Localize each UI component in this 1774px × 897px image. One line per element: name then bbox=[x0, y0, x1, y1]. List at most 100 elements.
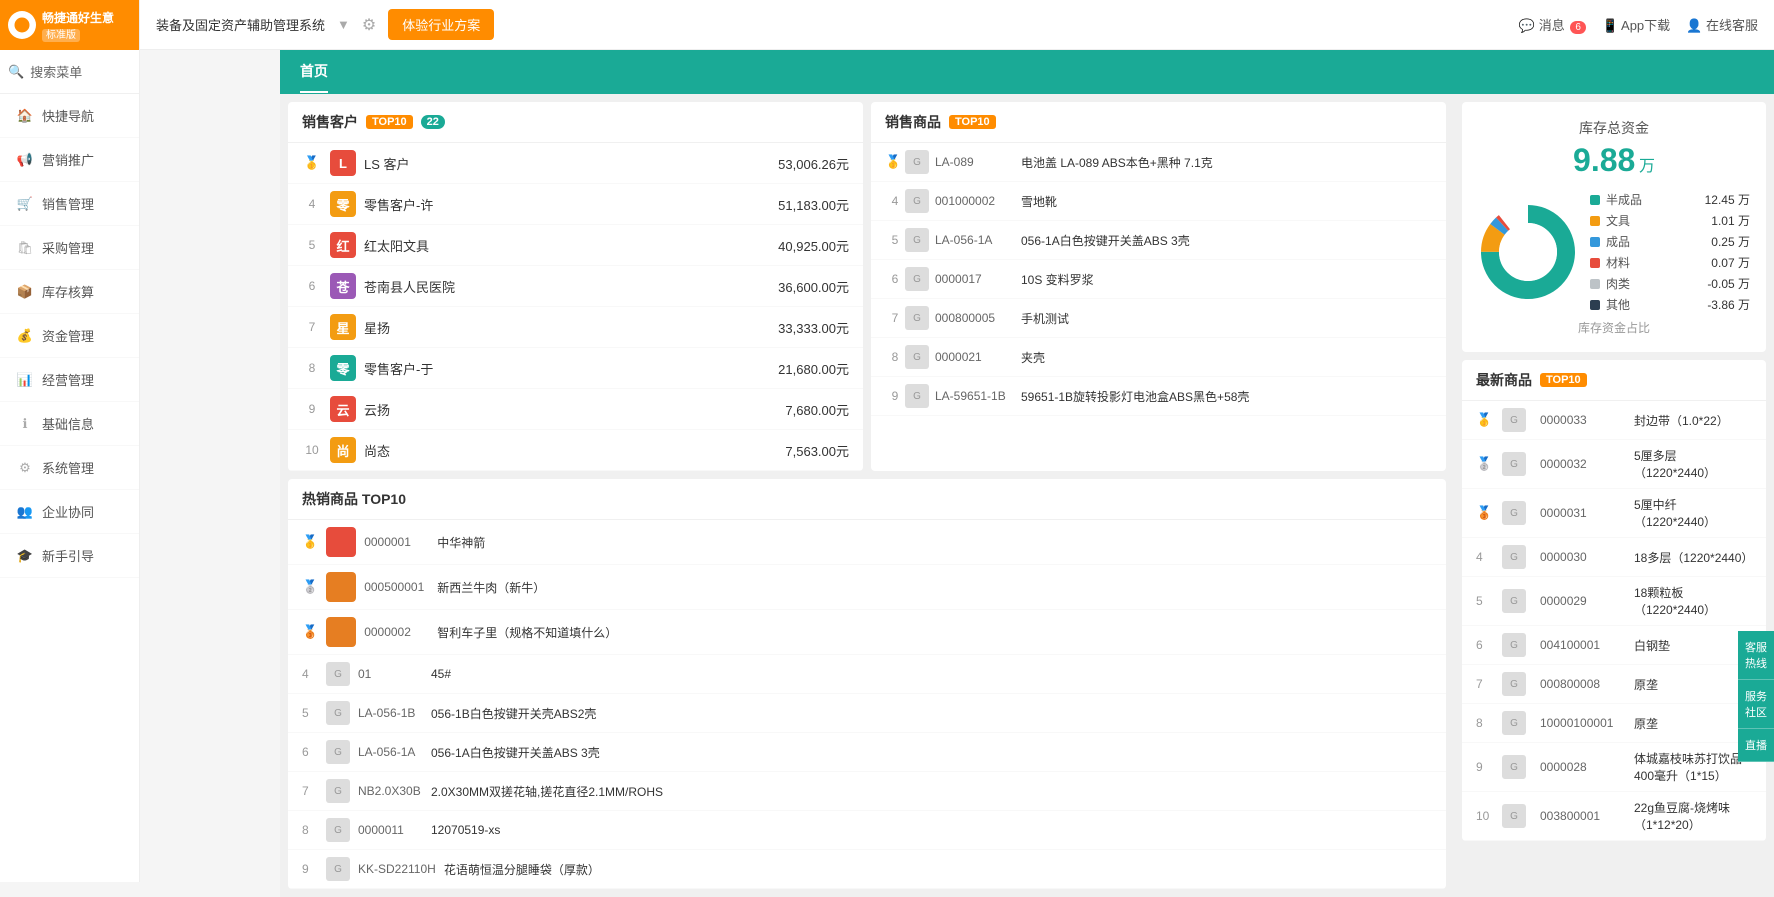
list-item[interactable]: 🥇 G 0000033 封边带（1.0*22） bbox=[1462, 401, 1766, 440]
legend-label: 材料 bbox=[1606, 254, 1630, 271]
customer-avatar: 零 bbox=[330, 191, 356, 217]
rank-medal-icon: 🥈 bbox=[302, 579, 318, 595]
customer-service-btn[interactable]: 客服热线 bbox=[1738, 631, 1774, 680]
list-item[interactable]: 7 G 000800008 原垄 bbox=[1462, 665, 1766, 704]
table-row[interactable]: 9 G LA-59651-1B 59651-1B旋转投影灯电池盒ABS黑色+58… bbox=[871, 377, 1446, 416]
sidebar-item-经营管理[interactable]: 📊经营管理 bbox=[0, 358, 139, 402]
table-row[interactable]: 🥇 G LA-089 电池盖 LA-089 ABS本色+黑种 7.1克 bbox=[871, 143, 1446, 182]
list-item[interactable]: 8 G 0000011 12070519-xs bbox=[288, 811, 1446, 850]
table-row[interactable]: 5 红 红太阳文具 40,925.00元 bbox=[288, 225, 863, 266]
app-download[interactable]: 📱 App下载 bbox=[1602, 15, 1670, 34]
legend-value: 12.45 万 bbox=[1705, 191, 1750, 208]
product-code: 0000033 bbox=[1540, 413, 1620, 427]
rank-medal-icon: 🥈 bbox=[1476, 456, 1494, 472]
list-item[interactable]: 6 G LA-056-1A 056-1A白色按键开关盖ABS 3壳 bbox=[288, 733, 1446, 772]
product-code: 01 bbox=[358, 667, 423, 681]
table-row[interactable]: 🥇 L LS 客户 53,006.26元 bbox=[288, 143, 863, 184]
product-code: 10000100001 bbox=[1540, 716, 1620, 730]
home-icon: 🏠 bbox=[16, 107, 34, 125]
product-code: KK-SD22110H bbox=[358, 862, 436, 876]
rank-num: 6 bbox=[302, 279, 322, 293]
product-icon-placeholder: G bbox=[326, 662, 350, 686]
product-code: 000800008 bbox=[1540, 677, 1620, 691]
sidebar-item-营销推广[interactable]: 📢营销推广 bbox=[0, 138, 139, 182]
table-row[interactable]: 6 G 0000017 10S 变料罗浆 bbox=[871, 260, 1446, 299]
online-service[interactable]: 👤 在线客服 bbox=[1686, 15, 1758, 34]
table-row[interactable]: 8 G 0000021 夹壳 bbox=[871, 338, 1446, 377]
dropdown-icon[interactable]: ▼ bbox=[337, 17, 350, 32]
sidebar-item-销售管理[interactable]: 🛒销售管理 bbox=[0, 182, 139, 226]
search-menu-button[interactable]: 🔍 搜索菜单 bbox=[8, 58, 131, 85]
sidebar-item-新手引导[interactable]: 🎓新手引导 bbox=[0, 534, 139, 578]
product-icon: G bbox=[1502, 545, 1526, 569]
list-item[interactable]: 🥈 G 0000032 5厘多层（1220*2440） bbox=[1462, 440, 1766, 489]
community-btn[interactable]: 服务社区 bbox=[1738, 680, 1774, 729]
legend-value: 0.25 万 bbox=[1711, 233, 1750, 250]
legend-color-dot bbox=[1590, 258, 1600, 268]
stock-chart-area: 半成品 12.45 万 文具 1.01 万 成品 0.25 万 材料 0.07 … bbox=[1478, 191, 1750, 313]
list-item[interactable]: 4 G 0000030 18多层（1220*2440） bbox=[1462, 538, 1766, 577]
list-item[interactable]: 10 G 003800001 22g鱼豆腐-烧烤味（1*12*20） bbox=[1462, 792, 1766, 841]
rank-num: 5 bbox=[302, 238, 322, 252]
list-item[interactable]: 6 G 004100001 白钢垫 bbox=[1462, 626, 1766, 665]
product-name: 5厘中纤（1220*2440） bbox=[1634, 496, 1752, 530]
product-name: 中华神箭 bbox=[437, 534, 1432, 551]
settings-icon[interactable]: ⚙ bbox=[362, 15, 376, 35]
list-item[interactable]: 🥉 G 0000031 5厘中纤（1220*2440） bbox=[1462, 489, 1766, 538]
list-item[interactable]: 8 G 10000100001 原垄 bbox=[1462, 704, 1766, 743]
sidebar-item-采购管理[interactable]: 🛍采购管理 bbox=[0, 226, 139, 270]
product-code: 0000021 bbox=[935, 350, 1015, 364]
home-tab[interactable]: 首页 bbox=[300, 51, 328, 93]
product-code: 000500001 bbox=[364, 580, 429, 594]
table-row[interactable]: 6 苍 苍南县人民医院 36,600.00元 bbox=[288, 266, 863, 307]
table-row[interactable]: 4 零 零售客户-许 51,183.00元 bbox=[288, 184, 863, 225]
product-name: 056-1A白色按键开关盖ABS 3壳 bbox=[1021, 232, 1432, 249]
list-item[interactable]: 9 G 0000028 体城嘉枝味苏打饮品400毫升（1*15） bbox=[1462, 743, 1766, 792]
product-image bbox=[326, 572, 356, 602]
legend-label: 其他 bbox=[1606, 296, 1630, 313]
sidebar-item-快捷导航[interactable]: 🏠快捷导航 bbox=[0, 94, 139, 138]
product-name: 新西兰牛肉（新牛） bbox=[437, 579, 1432, 596]
customer-avatar: 苍 bbox=[330, 273, 356, 299]
sales-goods-panel: 销售商品 TOP10 🥇 G LA-089 电池盖 LA-089 ABS本色+黑… bbox=[871, 102, 1446, 471]
product-icon: G bbox=[1502, 501, 1526, 525]
list-item[interactable]: 🥉 0000002 智利车子里（规格不知道填什么） bbox=[288, 610, 1446, 655]
message-area[interactable]: 💬 消息 6 bbox=[1519, 15, 1586, 34]
stock-total: 库存总资金 9.88 万 bbox=[1478, 118, 1750, 179]
table-row[interactable]: 8 零 零售客户-于 21,680.00元 bbox=[288, 348, 863, 389]
table-row[interactable]: 9 云 云扬 7,680.00元 bbox=[288, 389, 863, 430]
list-item[interactable]: 4 G 01 45# bbox=[288, 655, 1446, 694]
customer-avatar: L bbox=[330, 150, 356, 176]
sidebar-item-企业协同[interactable]: 👥企业协同 bbox=[0, 490, 139, 534]
sidebar-item-资金管理[interactable]: 💰资金管理 bbox=[0, 314, 139, 358]
list-item[interactable]: 5 G LA-056-1B 056-1B白色按键开关壳ABS2壳 bbox=[288, 694, 1446, 733]
rank-num: 5 bbox=[885, 233, 905, 247]
table-row[interactable]: 4 G 001000002 雪地靴 bbox=[871, 182, 1446, 221]
list-item[interactable]: 🥈 000500001 新西兰牛肉（新牛） bbox=[288, 565, 1446, 610]
sidebar-search-area[interactable]: 🔍 搜索菜单 bbox=[0, 50, 139, 94]
legend-item: 半成品 12.45 万 bbox=[1590, 191, 1750, 208]
sidebar-item-基础信息[interactable]: ℹ基础信息 bbox=[0, 402, 139, 446]
product-code: 004100001 bbox=[1540, 638, 1620, 652]
product-icon: G bbox=[905, 306, 929, 330]
list-item[interactable]: 🥇 0000001 中华神箭 bbox=[288, 520, 1446, 565]
sales-goods-title: 销售商品 bbox=[885, 112, 941, 132]
product-name: 056-1B白色按键开关壳ABS2壳 bbox=[431, 705, 1432, 722]
product-image bbox=[326, 617, 356, 647]
page-header: 首页 bbox=[280, 50, 1774, 94]
product-code: LA-056-1A bbox=[358, 745, 423, 759]
table-row[interactable]: 5 G LA-056-1A 056-1A白色按键开关盖ABS 3壳 bbox=[871, 221, 1446, 260]
sidebar-item-库存核算[interactable]: 📦库存核算 bbox=[0, 270, 139, 314]
table-row[interactable]: 7 G 000800005 手机测试 bbox=[871, 299, 1446, 338]
list-item[interactable]: 7 G NB2.0X30B 2.0X30MM双搓花轴,搓花直径2.1MM/ROH… bbox=[288, 772, 1446, 811]
list-item[interactable]: 9 G KK-SD22110H 花语萌恒温分腿睡袋（厚款） bbox=[288, 850, 1446, 889]
list-item[interactable]: 5 G 0000029 18颗粒板（1220*2440） bbox=[1462, 577, 1766, 626]
table-row[interactable]: 10 尚 尚态 7,563.00元 bbox=[288, 430, 863, 471]
product-icon: G bbox=[1502, 672, 1526, 696]
gear-icon: ⚙ bbox=[16, 459, 34, 477]
table-row[interactable]: 7 星 星扬 33,333.00元 bbox=[288, 307, 863, 348]
customer-name: 云扬 bbox=[364, 400, 785, 419]
sidebar-item-系统管理[interactable]: ⚙系统管理 bbox=[0, 446, 139, 490]
live-btn[interactable]: 直播 bbox=[1738, 729, 1774, 762]
trial-button[interactable]: 体验行业方案 bbox=[388, 9, 494, 40]
